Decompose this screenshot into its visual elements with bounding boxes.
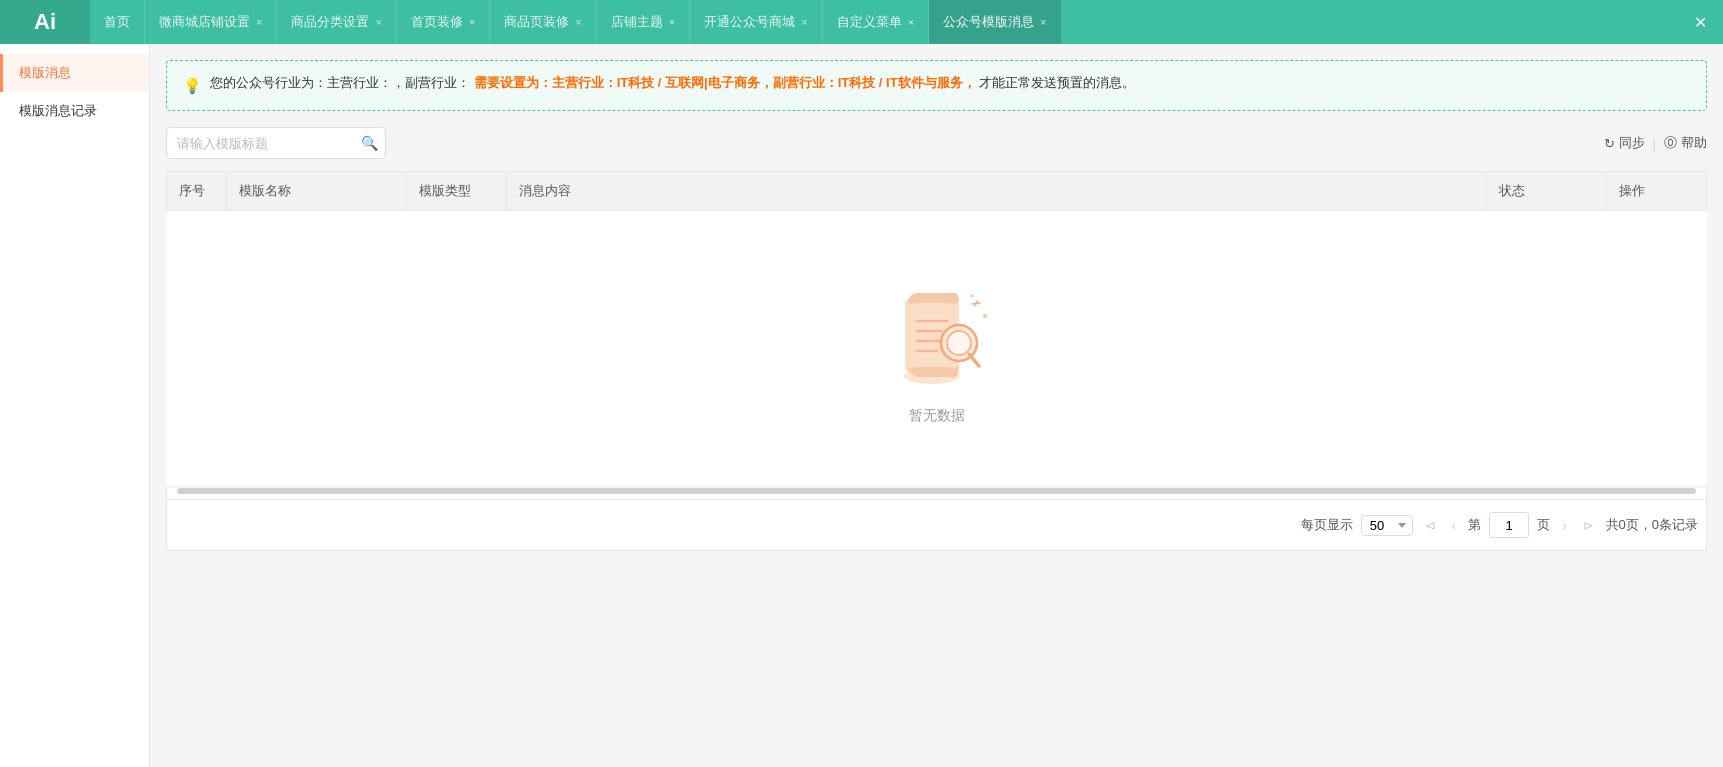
- empty-state: 暂无数据: [167, 211, 1707, 485]
- nav-tab-4[interactable]: 商品页装修×: [490, 0, 596, 44]
- page-label: 第: [1468, 516, 1481, 534]
- nav-tab-close-7[interactable]: ×: [908, 16, 914, 28]
- table-header: 序号 模版名称 模版类型 消息内容 状态 操作: [167, 172, 1707, 211]
- help-button[interactable]: ⓪ 帮助: [1664, 134, 1707, 152]
- alert-banner: 💡 您的公众号行业为：主营行业：，副营行业： 需要设置为：主营行业：IT科技 /…: [166, 60, 1707, 111]
- close-all-button[interactable]: ✕: [1678, 13, 1723, 32]
- divider: |: [1653, 136, 1656, 151]
- nav-tab-6[interactable]: 开通公众号商城×: [690, 0, 822, 44]
- search-left: 🔍: [166, 127, 386, 159]
- nav-tab-3[interactable]: 首页装修×: [397, 0, 490, 44]
- svg-point-10: [983, 314, 987, 318]
- col-status: 状态: [1487, 172, 1607, 211]
- main-content: 💡 您的公众号行业为：主营行业：，副营行业： 需要设置为：主营行业：IT科技 /…: [150, 44, 1723, 767]
- sidebar-item-template-message-log[interactable]: 模版消息记录: [0, 92, 149, 130]
- scrollbar-area[interactable]: [166, 488, 1707, 500]
- nav-tab-close-3[interactable]: ×: [469, 16, 475, 28]
- scrollbar-track: [177, 488, 1696, 494]
- nav-tab-close-8[interactable]: ×: [1040, 16, 1046, 28]
- sidebar-item-template-message[interactable]: 模版消息: [0, 54, 149, 92]
- search-right: ↻ 同步 | ⓪ 帮助: [1604, 134, 1707, 152]
- nav-tab-close-6[interactable]: ×: [801, 16, 807, 28]
- data-table: 序号 模版名称 模版类型 消息内容 状态 操作: [166, 171, 1707, 485]
- col-type: 模版类型: [407, 172, 507, 211]
- col-action: 操作: [1607, 172, 1707, 211]
- svg-line-9: [972, 303, 980, 304]
- col-name: 模版名称: [227, 172, 407, 211]
- nav-tab-8[interactable]: 公众号模版消息×: [929, 0, 1061, 44]
- nav-tab-close-1[interactable]: ×: [256, 16, 262, 28]
- help-icon: ⓪: [1664, 134, 1677, 152]
- col-content: 消息内容: [507, 172, 1487, 211]
- svg-line-7: [969, 354, 979, 366]
- nav-tab-2[interactable]: 商品分类设置×: [277, 0, 396, 44]
- page-size-label: 每页显示: [1301, 516, 1353, 534]
- search-input-wrap: 🔍: [166, 127, 386, 159]
- total-text: 共0页，0条记录: [1606, 516, 1698, 534]
- empty-row: 暂无数据: [167, 211, 1707, 486]
- logo: Ai: [0, 0, 90, 44]
- search-button[interactable]: 🔍: [361, 135, 378, 151]
- nav-tabs: 首页微商城店铺设置×商品分类设置×首页装修×商品页装修×店铺主题×开通公众号商城…: [90, 0, 1678, 44]
- empty-illustration: [877, 271, 997, 391]
- pagination: 每页显示 50 10 20 100 ⊲ ‹ 第 页 › ⊳ 共0页，0条记录: [166, 500, 1707, 551]
- svg-point-6: [947, 331, 971, 355]
- alert-text: 您的公众号行业为：主营行业：，副营行业： 需要设置为：主营行业：IT科技 / 互…: [210, 73, 1135, 94]
- sync-icon: ↻: [1604, 136, 1615, 151]
- last-page-button[interactable]: ⊳: [1579, 516, 1598, 535]
- sidebar: 模版消息 模版消息记录: [0, 44, 150, 767]
- table-header-row: 序号 模版名称 模版类型 消息内容 状态 操作: [167, 172, 1707, 211]
- layout: 模版消息 模版消息记录 💡 您的公众号行业为：主营行业：，副营行业： 需要设置为…: [0, 44, 1723, 767]
- page-size-select[interactable]: 50 10 20 100: [1361, 515, 1413, 536]
- empty-text: 暂无数据: [909, 407, 965, 425]
- nav-tab-close-2[interactable]: ×: [375, 16, 381, 28]
- nav-tab-close-4[interactable]: ×: [575, 16, 581, 28]
- nav-tab-7[interactable]: 自定义菜单×: [823, 0, 929, 44]
- first-page-button[interactable]: ⊲: [1421, 516, 1440, 535]
- next-page-button[interactable]: ›: [1558, 516, 1570, 535]
- nav-tab-5[interactable]: 店铺主题×: [597, 0, 690, 44]
- prev-page-button[interactable]: ‹: [1448, 516, 1460, 535]
- search-input[interactable]: [166, 127, 386, 159]
- page-input[interactable]: [1489, 512, 1529, 538]
- table-body: 暂无数据: [167, 211, 1707, 486]
- page-unit: 页: [1537, 516, 1550, 534]
- sync-button[interactable]: ↻ 同步: [1604, 134, 1645, 152]
- bulb-icon: 💡: [183, 74, 202, 98]
- col-index: 序号: [167, 172, 227, 211]
- nav-tab-0[interactable]: 首页: [90, 0, 145, 44]
- nav-tab-close-5[interactable]: ×: [669, 16, 675, 28]
- top-nav: Ai 首页微商城店铺设置×商品分类设置×首页装修×商品页装修×店铺主题×开通公众…: [0, 0, 1723, 44]
- nav-tab-1[interactable]: 微商城店铺设置×: [145, 0, 277, 44]
- svg-point-11: [970, 295, 973, 298]
- search-bar: 🔍 ↻ 同步 | ⓪ 帮助: [166, 127, 1707, 159]
